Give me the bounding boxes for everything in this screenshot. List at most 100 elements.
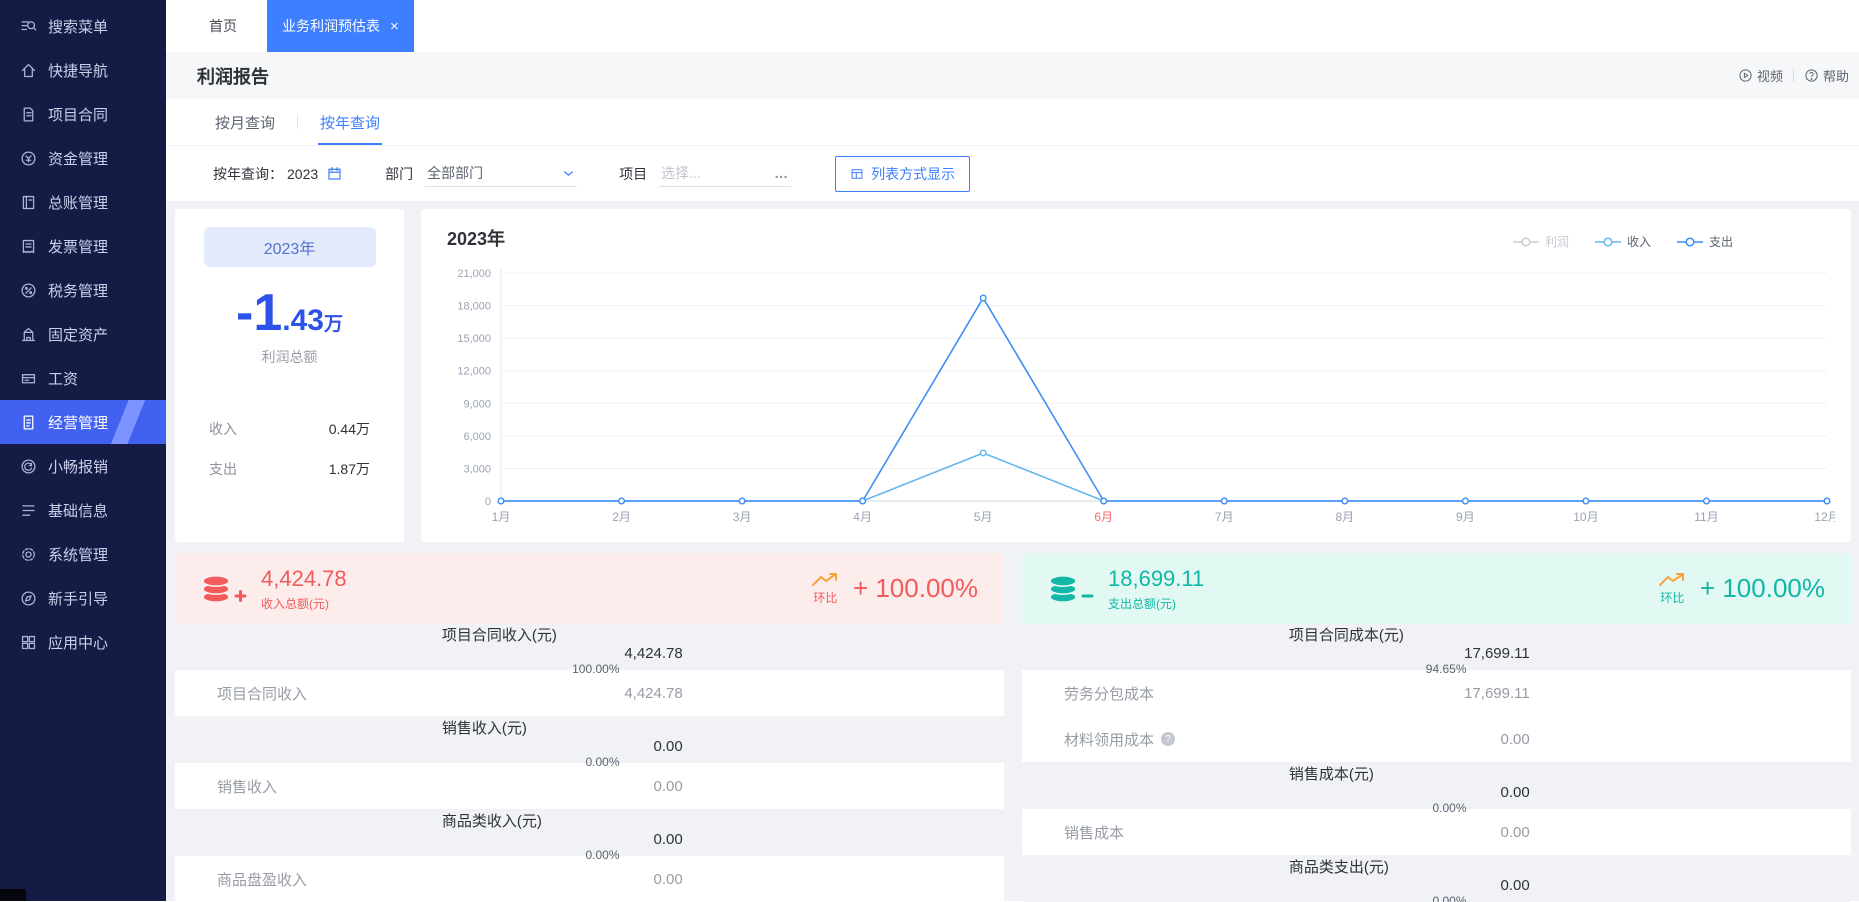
table-row: 项目合同收入(元) 4,424.78 100.00% [175,624,1004,676]
chevron-down-icon [564,170,574,176]
calendar-icon[interactable] [326,165,343,182]
sidebar-item-label: 搜索菜单 [48,18,109,36]
profit-chart: 0 3,000 6,000 9,000 12,000 15,000 18,000 21,000… [457,268,1835,524]
sidebar-item-label: 发票管理 [48,238,109,256]
invoice-icon [22,239,35,253]
svg-text:15,000: 15,000 [457,333,491,345]
sidebar-item-label: 税务管理 [48,282,109,300]
sidebar-item-invoice[interactable]: 发票管理 [0,224,166,268]
year-query-label: 按年查询： [213,165,283,182]
legend-item-expense[interactable]: 支出 [1676,233,1733,250]
sidebar-item-fixed-assets[interactable]: 固定资产 [0,312,166,356]
svg-text:4月: 4月 [853,510,872,524]
legend-marker [1512,236,1539,247]
sidebar-item-basic-info[interactable]: 基础信息 [0,488,166,532]
sidebar-item-reimburse[interactable]: 小畅报销 [0,444,166,488]
sidebar-item-operations[interactable]: 经营管理 [0,400,166,444]
list-view-button[interactable]: 列表方式显示 [835,155,971,192]
basic-info-icon [22,504,35,516]
sidebar: 搜索菜单 快捷导航 项目合同 资金管理 总账管理 发票管理 税务管理 固定资产 [0,0,166,901]
tax-icon [21,282,36,298]
mom-label: 环比 [813,590,838,605]
income-mini-row: 收入 0.44万 [209,421,370,437]
sidebar-item-system[interactable]: 系统管理 [0,532,166,576]
coins-minus-icon [1049,574,1094,603]
income-mom-value: + 100.00% [852,573,978,603]
project-contract-icon [23,106,34,122]
sidebar-item-app-center[interactable]: 应用中心 [0,620,166,664]
tab-profit-forecast[interactable]: 业务利润预估表 × [267,0,414,52]
tab-label: 业务利润预估表 [282,18,380,34]
operations-icon [23,414,34,430]
salary-icon [21,373,36,383]
table-row: 材料领用成本? 0.00 [1022,716,1851,763]
dept-select[interactable]: 全部部门 [425,160,578,187]
sidebar-item-quick-nav[interactable]: 快捷导航 [0,48,166,92]
funds-icon [21,150,36,166]
tab-home[interactable]: 首页 [197,0,249,52]
expense-total-value: 18,699.11 [1108,565,1205,591]
tab-monthly-query[interactable]: 按月查询 [213,99,277,145]
help-icon[interactable]: ? [1161,732,1176,746]
sidebar-item-tax[interactable]: 税务管理 [0,268,166,312]
query-tabs: 按月查询 按年查询 [166,99,1859,146]
sidebar-item-label: 固定资产 [48,326,109,344]
svg-text:2月: 2月 [612,510,631,524]
income-card-header: 4,424.78 收入总额(元) 环比 + 100.00% [175,553,1004,624]
sidebar-item-guide[interactable]: 新手引导 [0,576,166,620]
sidebar-item-project-contract[interactable]: 项目合同 [0,92,166,136]
svg-text:5月: 5月 [974,510,993,524]
query-panel: 按月查询 按年查询 按年查询： 2023 部门 全部部门 项目 选择... … [166,99,1859,201]
sidebar-item-funds[interactable]: 资金管理 [0,136,166,180]
year-value[interactable]: 2023 [287,166,318,182]
title-links: 视频 帮助 [1738,66,1849,85]
svg-text:6,000: 6,000 [463,431,491,443]
svg-text:18,000: 18,000 [457,301,491,313]
sidebar-item-label: 应用中心 [48,634,109,652]
coins-plus-icon [202,574,247,603]
page-title: 利润报告 [197,66,269,87]
more-icon[interactable]: … [774,165,789,181]
income-card: 4,424.78 收入总额(元) 环比 + 100.00% 项目合同收入(元) … [175,553,1004,902]
legend-item-income[interactable]: 收入 [1594,233,1651,250]
sidebar-footer[interactable] [0,889,26,901]
quick-nav-icon [21,63,36,77]
svg-text:9,000: 9,000 [463,398,491,410]
year-pill: 2023年 [203,227,376,267]
sidebar-item-ledger[interactable]: 总账管理 [0,180,166,224]
svg-text:7月: 7月 [1215,510,1234,524]
profit-summary-card: 2023年 -1.43万 利润总额 收入 0.44万 支出 1.87万 [175,209,404,542]
video-link[interactable]: 视频 [1738,66,1783,85]
profit-chart-card: 2023年 利润 收入 支出 0 3,000 6,000 9,000 12,00… [421,209,1851,542]
close-icon[interactable]: × [390,18,399,35]
legend-marker [1676,236,1703,247]
divider [297,115,299,129]
project-select[interactable]: 选择... … [659,160,792,187]
sidebar-item-label: 基础信息 [48,502,109,520]
chart-legend: 利润 收入 支出 [1512,233,1733,250]
sidebar-item-label: 快捷导航 [48,62,109,80]
tab-bar: 首页 业务利润预估表 × [166,0,1859,52]
svg-text:21,000: 21,000 [457,268,491,280]
legend-item-profit[interactable]: 利润 [1512,233,1569,250]
table-row: 商品类收入(元) 0.00 0.00% [175,810,1004,862]
tab-yearly-query[interactable]: 按年查询 [318,99,383,145]
project-label: 项目 [619,165,648,182]
project-placeholder: 选择... [661,165,701,181]
sidebar-item-label: 工资 [48,370,79,388]
svg-text:12,000: 12,000 [457,366,491,378]
table-row: 商品盘盈收入 0.00 [217,870,683,889]
svg-text:0: 0 [485,496,491,508]
help-link[interactable]: 帮助 [1804,66,1849,85]
expense-total-label: 支出总额(元) [1108,596,1176,611]
sidebar-item-salary[interactable]: 工资 [0,356,166,400]
sidebar-item-search-menu[interactable]: 搜索菜单 [0,4,166,48]
play-circle-icon [1739,69,1752,82]
list-view-button-label: 列表方式显示 [871,165,956,182]
filter-row: 按年查询： 2023 部门 全部部门 项目 选择... … 列表方式显示 [166,146,1859,201]
table-row: 项目合同收入 4,424.78 [175,670,1004,717]
profit-mini-rows: 收入 0.44万 支出 1.87万 [209,409,370,489]
svg-text:3月: 3月 [733,510,752,524]
svg-text:12月: 12月 [1814,510,1835,524]
guide-icon [21,590,36,606]
